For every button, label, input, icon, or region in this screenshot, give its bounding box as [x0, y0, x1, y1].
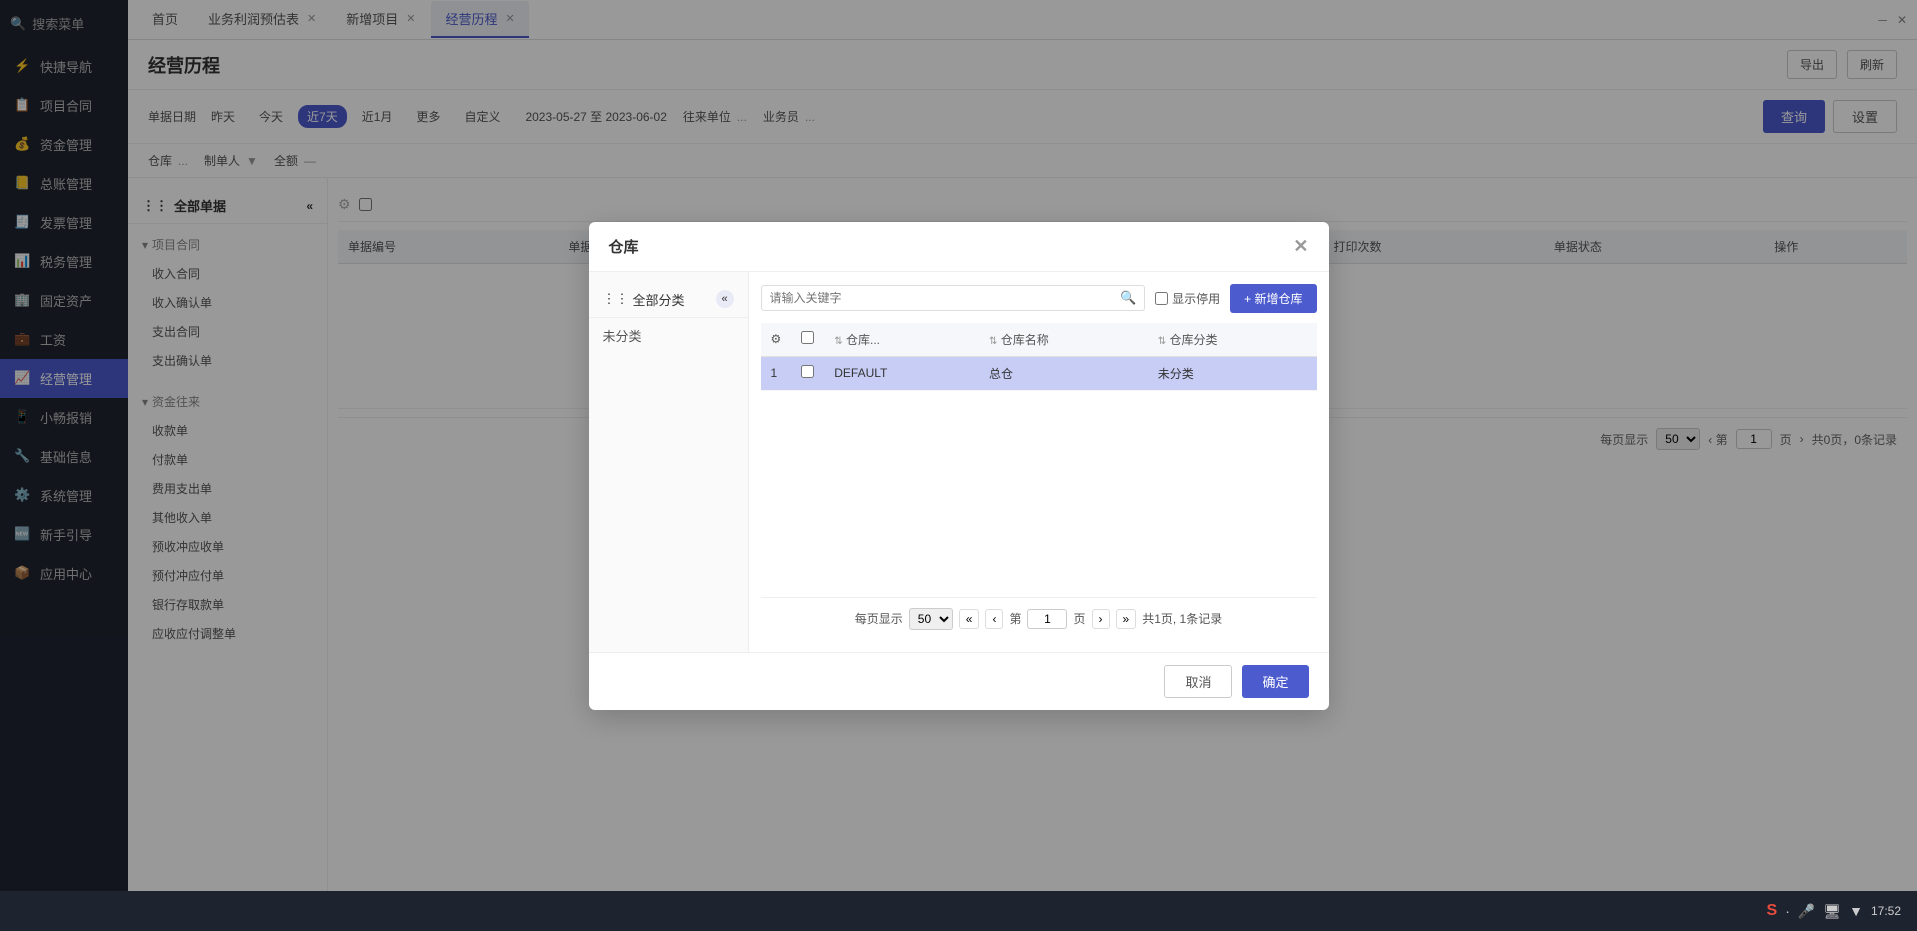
taskbar-time: 17:52: [1871, 904, 1901, 918]
modal-col-settings: ⚙: [761, 323, 792, 357]
modal-total: 共1页, 1条记录: [1142, 610, 1222, 627]
modal-col-category: ⇅ 仓库分类: [1148, 323, 1317, 357]
modal-pagination: 每页显示 50 « ‹ 第 页 › » 共1页, 1条记录: [761, 597, 1317, 640]
modal-search-input[interactable]: [770, 291, 1116, 305]
modal-col-code-label: 仓库...: [846, 333, 880, 347]
taskbar-s-icon: S: [1767, 902, 1778, 920]
modal-all-category-label: 全部分类: [633, 290, 685, 309]
row-cell-name: 总仓: [979, 356, 1148, 390]
modal-col-name: ⇅ 仓库名称: [979, 323, 1148, 357]
modal-toolbar: 🔍 显示停用 + 新增仓库: [761, 284, 1317, 313]
sort-icon1: ⇅: [834, 336, 842, 347]
row-cell-code: DEFAULT: [824, 356, 979, 390]
modal-warehouse-table: ⚙ ⇅ 仓库... ⇅ 仓库名称: [761, 323, 1317, 391]
modal-table-header-row: ⚙ ⇅ 仓库... ⇅ 仓库名称: [761, 323, 1317, 357]
modal-uncategorized-item[interactable]: 未分类: [589, 318, 748, 353]
taskbar: S · 🎤 🖥 ▼ 17:52: [0, 891, 1917, 931]
modal-col-code: ⇅ 仓库...: [824, 323, 979, 357]
modal-cancel-button[interactable]: 取消: [1164, 665, 1232, 698]
modal-select-all[interactable]: [801, 331, 814, 344]
sort-icon3: ⇅: [1158, 336, 1166, 347]
modal-per-page-select[interactable]: 50: [909, 608, 953, 630]
show-disabled-label: 显示停用: [1172, 290, 1220, 307]
row-checkbox[interactable]: [801, 365, 814, 378]
modal-col-checkbox: [791, 323, 824, 357]
modal-last-page-btn[interactable]: »: [1116, 609, 1137, 629]
taskbar-mic-icon[interactable]: 🎤: [1798, 903, 1815, 920]
modal-page-input[interactable]: [1027, 609, 1067, 629]
taskbar-filter-icon[interactable]: ▼: [1849, 903, 1863, 919]
show-disabled-checkbox[interactable]: [1155, 292, 1168, 305]
taskbar-dot-icon: ·: [1785, 903, 1790, 919]
modal-footer: 取消 确定: [589, 652, 1329, 710]
modal-page-unit: 页: [1073, 610, 1085, 627]
modal-col-name-label: 仓库名称: [1001, 333, 1049, 347]
modal-right-panel: 🔍 显示停用 + 新增仓库 ⚙: [749, 272, 1329, 652]
modal-title: 仓库: [609, 236, 639, 257]
modal-close-button[interactable]: ✕: [1293, 236, 1308, 257]
modal-table-wrap: ⚙ ⇅ 仓库... ⇅ 仓库名称: [761, 323, 1317, 589]
row-cell-id: 1: [761, 356, 792, 390]
modal-body: ⋮⋮ 全部分类 « 未分类 🔍 显示停用: [589, 272, 1329, 652]
modal-col-category-label: 仓库分类: [1169, 333, 1217, 347]
add-warehouse-button[interactable]: + 新增仓库: [1230, 284, 1316, 313]
show-disabled-checkbox-label: 显示停用: [1155, 290, 1220, 307]
modal-overlay: 仓库 ✕ ⋮⋮ 全部分类 « 未分类: [0, 0, 1917, 931]
modal-search-box: 🔍: [761, 285, 1146, 311]
warehouse-modal: 仓库 ✕ ⋮⋮ 全部分类 « 未分类: [589, 222, 1329, 710]
modal-left-collapse-btn[interactable]: «: [716, 290, 734, 308]
modal-first-page-btn[interactable]: «: [959, 609, 980, 629]
modal-header: 仓库 ✕: [589, 222, 1329, 272]
row-cell-checkbox: [791, 356, 824, 390]
modal-page-label: 第: [1009, 610, 1021, 627]
modal-next-page-btn[interactable]: ›: [1092, 609, 1110, 629]
sort-icon2: ⇅: [989, 336, 997, 347]
row-cell-category: 未分类: [1148, 356, 1317, 390]
modal-per-page-label: 每页显示: [855, 610, 903, 627]
modal-left-header[interactable]: ⋮⋮ 全部分类 «: [589, 282, 748, 318]
taskbar-screen-icon[interactable]: 🖥: [1823, 903, 1841, 920]
modal-left-panel: ⋮⋮ 全部分类 « 未分类: [589, 272, 749, 652]
list-icon: ⋮⋮: [603, 291, 629, 307]
search-icon2: 🔍: [1120, 290, 1136, 306]
collapse-icon: «: [721, 293, 727, 305]
table-row[interactable]: 1 DEFAULT 总仓 未分类: [761, 356, 1317, 390]
modal-confirm-button[interactable]: 确定: [1242, 665, 1308, 698]
modal-prev-page-btn[interactable]: ‹: [985, 609, 1003, 629]
